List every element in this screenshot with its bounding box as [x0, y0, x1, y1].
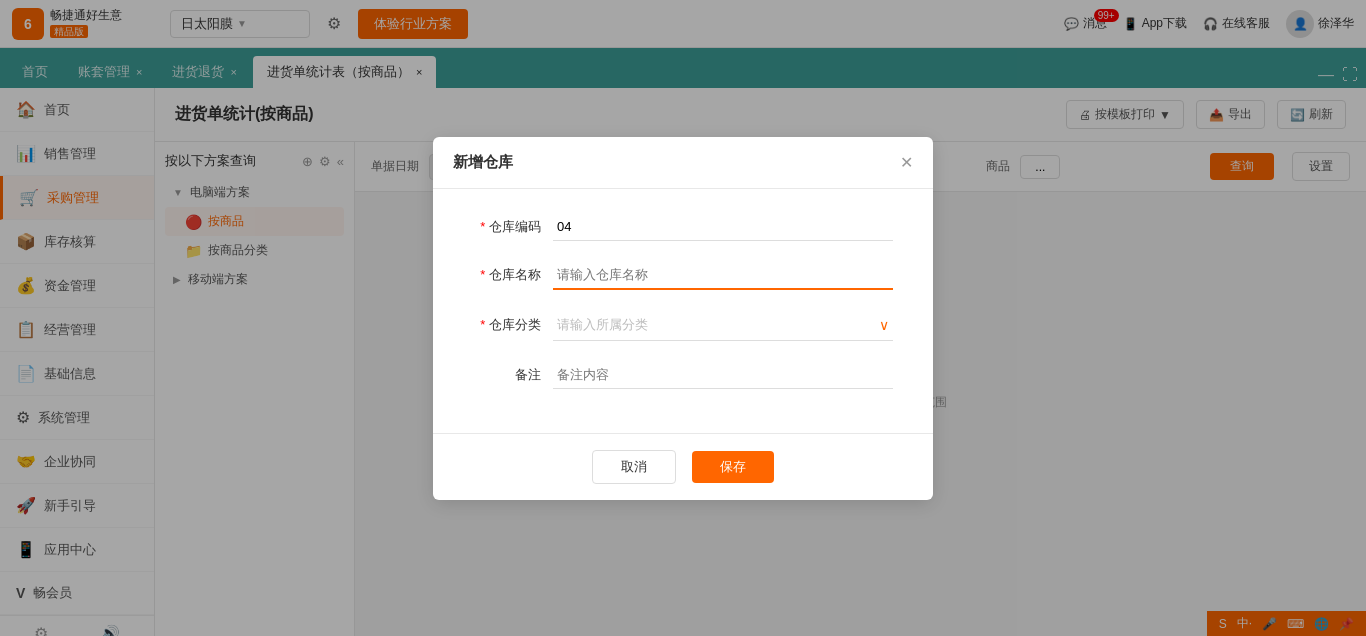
modal-body: 仓库编码 仓库名称 仓库分类 请输入所属分类 ∨ 备注 [433, 189, 933, 433]
save-button[interactable]: 保存 [692, 451, 774, 483]
form-row-code: 仓库编码 [473, 213, 893, 241]
modal-close-icon[interactable]: ✕ [900, 153, 913, 172]
modal-overlay[interactable]: 新增仓库 ✕ 仓库编码 仓库名称 仓库分类 请输入所属分类 ∨ [0, 0, 1366, 636]
remark-input[interactable] [553, 361, 893, 389]
category-arrow-icon: ∨ [879, 317, 889, 333]
form-row-name: 仓库名称 [473, 261, 893, 290]
category-label: 仓库分类 [473, 316, 553, 334]
modal-title: 新增仓库 [453, 153, 513, 172]
cancel-button[interactable]: 取消 [592, 450, 676, 484]
code-label: 仓库编码 [473, 218, 553, 236]
name-label: 仓库名称 [473, 266, 553, 284]
code-input[interactable] [553, 213, 893, 241]
modal-new-warehouse: 新增仓库 ✕ 仓库编码 仓库名称 仓库分类 请输入所属分类 ∨ [433, 137, 933, 500]
form-row-category: 仓库分类 请输入所属分类 ∨ [473, 310, 893, 341]
modal-footer: 取消 保存 [433, 433, 933, 500]
name-input[interactable] [553, 261, 893, 290]
remark-label: 备注 [473, 366, 553, 384]
modal-header: 新增仓库 ✕ [433, 137, 933, 189]
category-placeholder: 请输入所属分类 [557, 316, 648, 334]
form-row-remark: 备注 [473, 361, 893, 389]
category-select[interactable]: 请输入所属分类 ∨ [553, 310, 893, 341]
